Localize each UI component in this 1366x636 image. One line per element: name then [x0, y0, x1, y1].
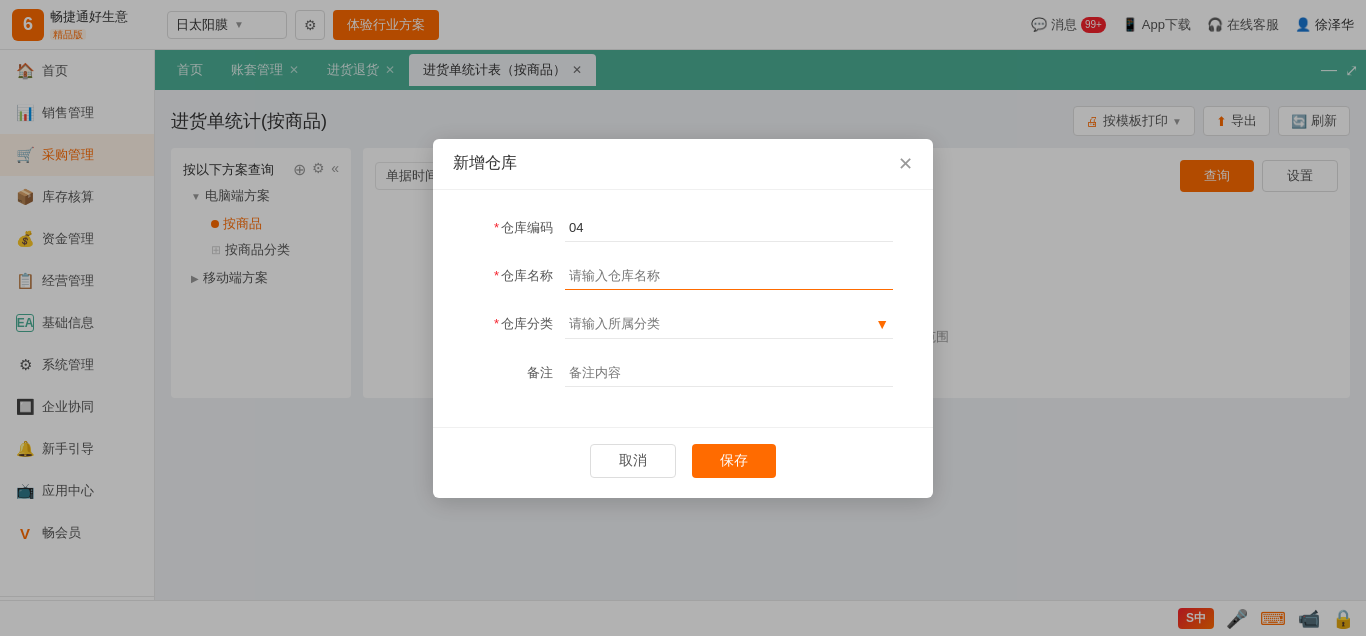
modal-header: 新增仓库 ✕ — [433, 139, 933, 190]
modal-close-btn[interactable]: ✕ — [898, 153, 913, 175]
category-input[interactable] — [569, 316, 875, 331]
save-button[interactable]: 保存 — [692, 444, 776, 478]
warehouse-note-input[interactable] — [565, 359, 893, 387]
modal-title: 新增仓库 — [453, 153, 517, 174]
warehouse-name-input[interactable] — [565, 262, 893, 290]
modal-overlay[interactable]: 新增仓库 ✕ *仓库编码 *仓库名称 *仓库分类 — [0, 0, 1366, 636]
code-label: *仓库编码 — [473, 219, 553, 237]
code-required: * — [494, 220, 499, 235]
cancel-button[interactable]: 取消 — [590, 444, 676, 478]
category-label: *仓库分类 — [473, 315, 553, 333]
name-required: * — [494, 268, 499, 283]
modal-body: *仓库编码 *仓库名称 *仓库分类 ▼ — [433, 190, 933, 427]
form-row-note: 备注 — [473, 359, 893, 387]
new-warehouse-modal: 新增仓库 ✕ *仓库编码 *仓库名称 *仓库分类 — [433, 139, 933, 498]
category-dropdown-arrow: ▼ — [875, 316, 889, 332]
category-required: * — [494, 316, 499, 331]
modal-footer: 取消 保存 — [433, 427, 933, 498]
warehouse-code-input[interactable] — [565, 214, 893, 242]
form-row-category: *仓库分类 ▼ — [473, 310, 893, 339]
form-row-name: *仓库名称 — [473, 262, 893, 290]
warehouse-category-select[interactable]: ▼ — [565, 310, 893, 339]
name-label: *仓库名称 — [473, 267, 553, 285]
form-row-code: *仓库编码 — [473, 214, 893, 242]
note-label: 备注 — [473, 364, 553, 382]
